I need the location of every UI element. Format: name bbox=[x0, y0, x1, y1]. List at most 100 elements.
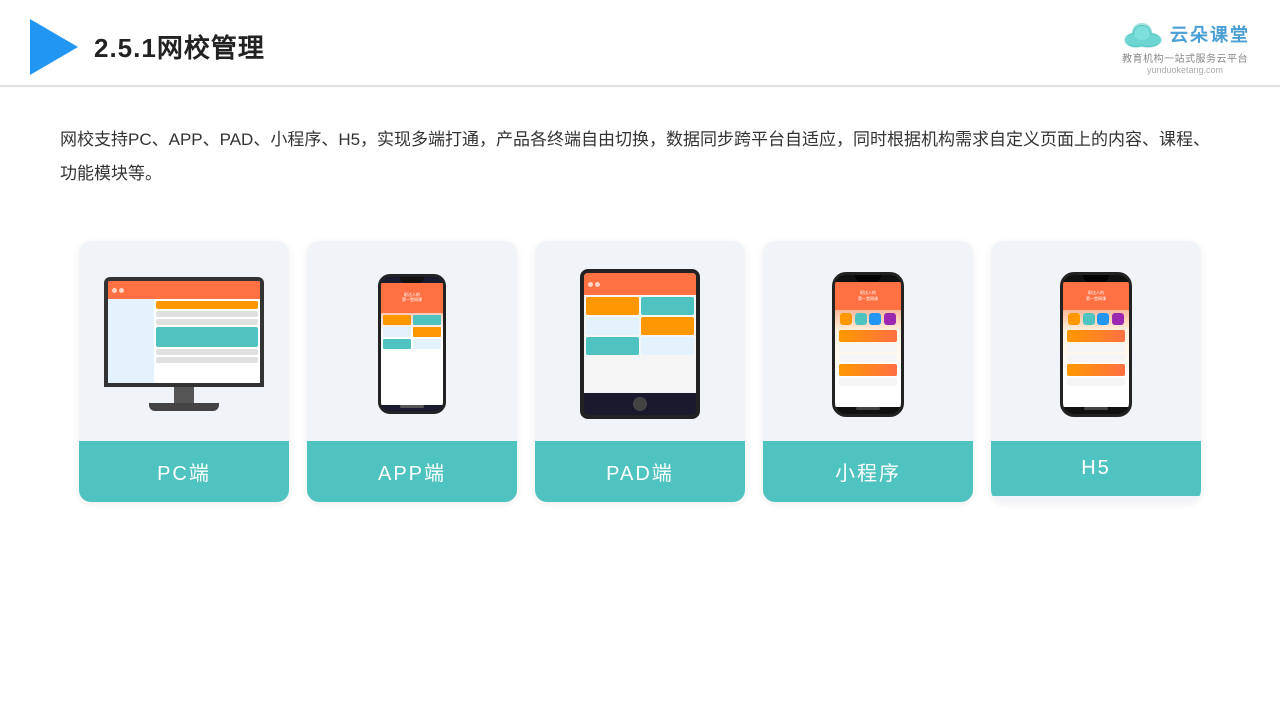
pc-stand bbox=[174, 387, 194, 403]
pc-image-area bbox=[79, 241, 289, 441]
mini-icon3 bbox=[869, 313, 881, 325]
t-block6 bbox=[641, 337, 694, 355]
pc-label: PC端 bbox=[79, 441, 289, 502]
brand-icon-wrap: 云朵课堂 bbox=[1120, 18, 1250, 50]
t-block5 bbox=[586, 337, 639, 355]
mini-top: 职达人的第一堂网课 bbox=[835, 282, 901, 310]
h5-card: 职达人的第一堂网课 bbox=[991, 241, 1201, 502]
mini-notch bbox=[855, 275, 881, 282]
mini-icon4 bbox=[884, 313, 896, 325]
mini-row4 bbox=[839, 364, 897, 376]
miniprogram-label: 小程序 bbox=[763, 441, 973, 502]
header-left: 2.5.1网校管理 bbox=[30, 19, 265, 75]
mini-screen: 职达人的第一堂网课 bbox=[835, 282, 901, 407]
phone-block4 bbox=[413, 327, 441, 337]
h5-notch bbox=[1083, 275, 1109, 282]
phone-block2 bbox=[413, 315, 441, 325]
pc-sidebar-mock bbox=[108, 299, 154, 383]
cards-container: PC端 职达人的第一堂网课 bbox=[0, 221, 1280, 532]
page-title: 2.5.1网校管理 bbox=[94, 28, 265, 65]
phone-block3 bbox=[383, 327, 411, 337]
description-content: 网校支持PC、APP、PAD、小程序、H5，实现多端打通，产品各终端自由切换，数… bbox=[60, 130, 1210, 183]
pc-bar6 bbox=[156, 357, 258, 363]
h5-icon2 bbox=[1083, 313, 1095, 325]
h5-icon1 bbox=[1068, 313, 1080, 325]
cloud-icon bbox=[1120, 18, 1164, 50]
h5-icon3 bbox=[1097, 313, 1109, 325]
pc-screen-dot bbox=[119, 288, 124, 293]
pc-bar3 bbox=[156, 319, 258, 325]
phone-home-bar bbox=[400, 405, 424, 408]
t-block4 bbox=[641, 317, 694, 335]
mini-row1 bbox=[839, 330, 897, 342]
pc-screen-dot bbox=[112, 288, 117, 293]
app-image-area: 职达人的第一堂网课 bbox=[307, 241, 517, 441]
pc-screen-body bbox=[108, 299, 260, 383]
pc-content-mock bbox=[154, 299, 260, 383]
app-label: APP端 bbox=[307, 441, 517, 502]
pc-bar bbox=[156, 301, 258, 309]
phone-row1 bbox=[383, 315, 441, 325]
phone-screen-body bbox=[381, 313, 443, 351]
h5-icons bbox=[1063, 310, 1129, 328]
pc-bar5 bbox=[156, 349, 258, 355]
h5-top-text: 职达人的第一堂网课 bbox=[1086, 290, 1106, 300]
tablet-screen bbox=[584, 273, 696, 393]
tablet-screen-header bbox=[584, 273, 696, 295]
tablet-mockup bbox=[580, 269, 700, 419]
h5-top: 职达人的第一堂网课 bbox=[1063, 282, 1129, 310]
h5-image-area: 职达人的第一堂网课 bbox=[991, 241, 1201, 441]
pc-bar4 bbox=[156, 327, 258, 347]
mini-content bbox=[835, 328, 901, 388]
pc-mockup bbox=[104, 277, 264, 411]
pc-screen bbox=[108, 281, 260, 383]
h5-row4 bbox=[1067, 364, 1125, 376]
phone-screen-top: 职达人的第一堂网课 bbox=[381, 283, 443, 313]
pad-card: PAD端 bbox=[535, 241, 745, 502]
h5-row5 bbox=[1067, 378, 1125, 386]
pad-image-area bbox=[535, 241, 745, 441]
brand-sub: 教育机构一站式服务云平台 bbox=[1122, 50, 1248, 65]
phone-screen: 职达人的第一堂网课 bbox=[381, 283, 443, 405]
pc-card: PC端 bbox=[79, 241, 289, 502]
pc-base bbox=[149, 403, 219, 411]
h5-row1 bbox=[1067, 330, 1125, 342]
logo-triangle-icon bbox=[30, 19, 78, 75]
h5-row2 bbox=[1067, 344, 1125, 352]
t-dot2 bbox=[595, 282, 600, 287]
phone-block6 bbox=[413, 339, 441, 349]
phone-notch bbox=[400, 277, 424, 283]
description-text: 网校支持PC、APP、PAD、小程序、H5，实现多端打通，产品各终端自由切换，数… bbox=[0, 87, 1280, 211]
header: 2.5.1网校管理 云朵课堂 教育机构一站式服务云平台 y bbox=[0, 0, 1280, 87]
header-right: 云朵课堂 教育机构一站式服务云平台 yunduoketang.com bbox=[1120, 18, 1250, 75]
pad-label: PAD端 bbox=[535, 441, 745, 502]
t-block3 bbox=[586, 317, 639, 335]
miniprogram-image-area: 职达人的第一堂网课 bbox=[763, 241, 973, 441]
tablet-home-btn bbox=[633, 397, 647, 411]
mini-icon1 bbox=[840, 313, 852, 325]
pc-bar2 bbox=[156, 311, 258, 317]
brand-url: yunduoketang.com bbox=[1147, 65, 1223, 75]
h5-content bbox=[1063, 328, 1129, 388]
miniprogram-card: 职达人的第一堂网课 bbox=[763, 241, 973, 502]
pc-screen-header bbox=[108, 281, 260, 299]
t-dot1 bbox=[588, 282, 593, 287]
t-block1 bbox=[586, 297, 639, 315]
pc-monitor bbox=[104, 277, 264, 387]
mini-row2 bbox=[839, 344, 897, 352]
mini-row5 bbox=[839, 378, 897, 386]
h5-mockup: 职达人的第一堂网课 bbox=[1060, 272, 1132, 417]
brand-name: 云朵课堂 bbox=[1170, 21, 1250, 47]
phone-mockup: 职达人的第一堂网课 bbox=[378, 274, 446, 414]
h5-bar bbox=[1084, 407, 1108, 410]
mini-top-text: 职达人的第一堂网课 bbox=[858, 290, 878, 300]
phone-block1 bbox=[383, 315, 411, 325]
phone-block5 bbox=[383, 339, 411, 349]
mini-icon2 bbox=[855, 313, 867, 325]
app-card: 职达人的第一堂网课 bbox=[307, 241, 517, 502]
phone-row2 bbox=[383, 327, 441, 337]
h5-screen: 职达人的第一堂网课 bbox=[1063, 282, 1129, 407]
phone-screen-top-text: 职达人的第一堂网课 bbox=[402, 293, 422, 303]
h5-icon4 bbox=[1112, 313, 1124, 325]
t-block2 bbox=[641, 297, 694, 315]
